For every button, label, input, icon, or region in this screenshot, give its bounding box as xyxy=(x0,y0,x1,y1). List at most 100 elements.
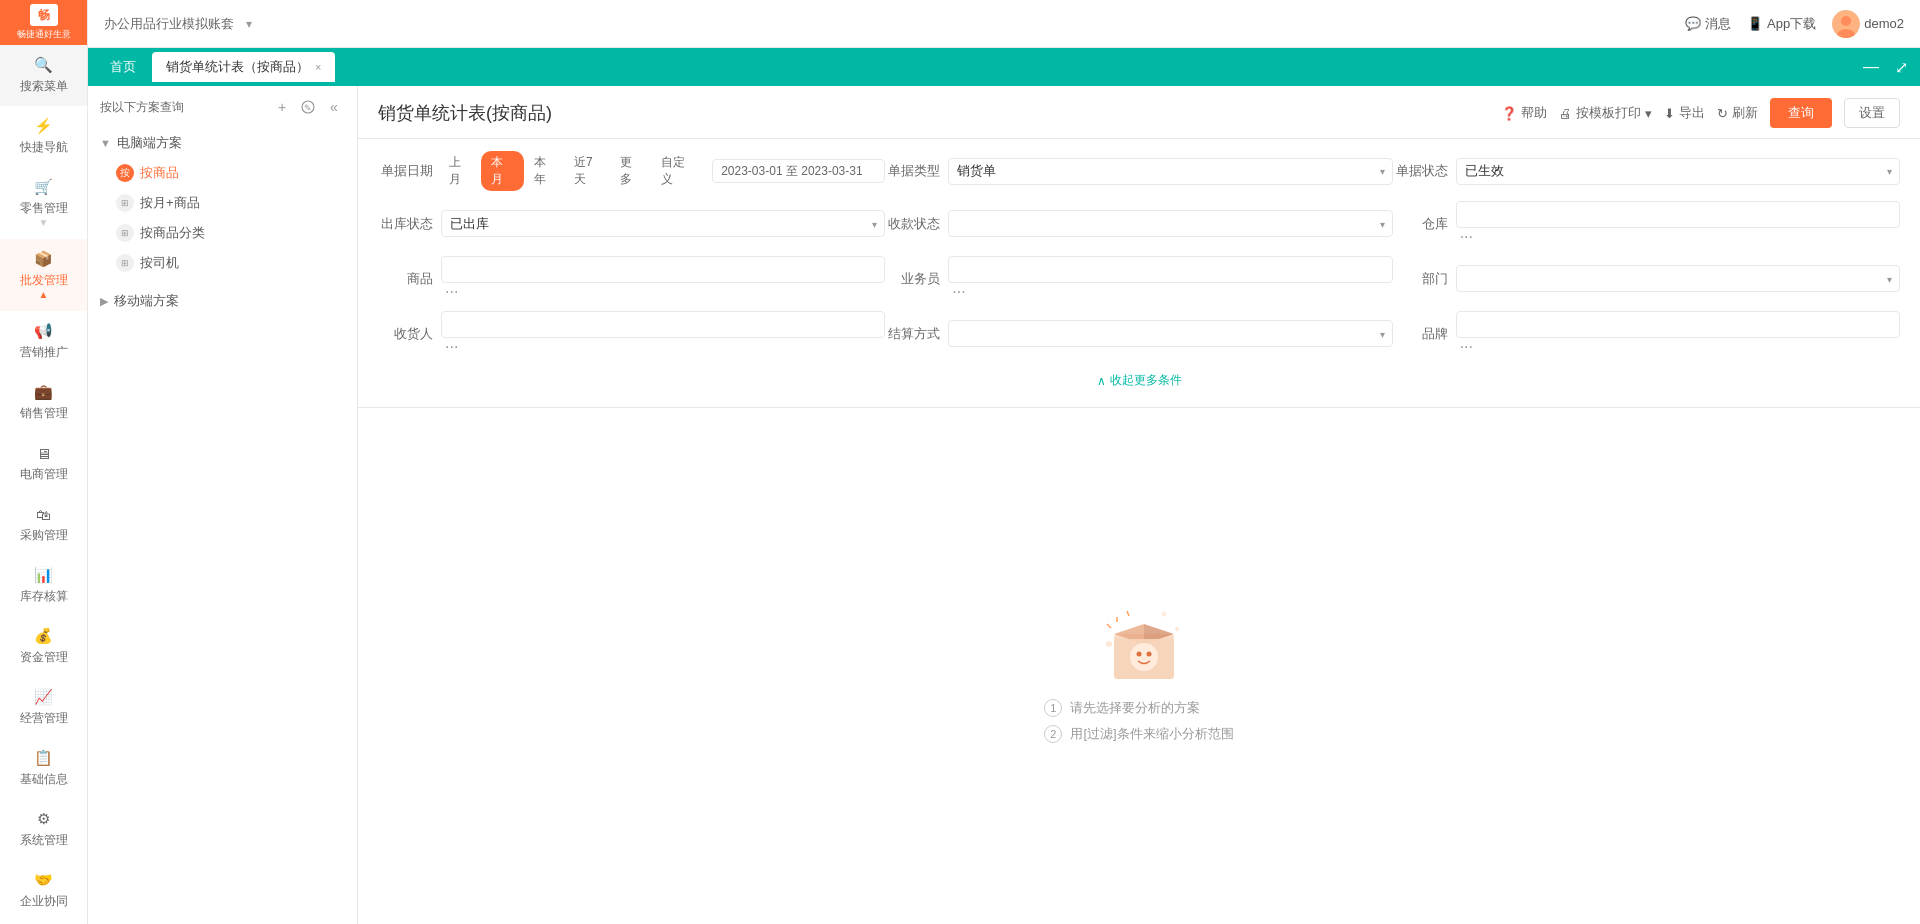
tab-bar: 首页 销货单统计表（按商品） × — ⤢ xyxy=(88,48,1920,86)
tree-parent-mobile-label: 移动端方案 xyxy=(114,292,179,310)
sidebar-item-system[interactable]: ⚙ 系统管理 xyxy=(0,799,87,860)
sidebar-item-quick[interactable]: ⚡ 快捷导航 xyxy=(0,106,87,167)
receiver-input[interactable] xyxy=(441,311,885,338)
template-print-btn[interactable]: 🖨 按模板打印 ▾ xyxy=(1559,104,1652,122)
sidebar-item-purchase[interactable]: 🛍 采购管理 xyxy=(0,494,87,555)
date-tab-this-year[interactable]: 本年 xyxy=(526,151,564,191)
tab-home-label: 首页 xyxy=(110,58,136,76)
sidebar-item-marketing[interactable]: 📢 营销推广 xyxy=(0,311,87,372)
brand-input[interactable] xyxy=(1456,311,1900,338)
sidebar-item-ecommerce[interactable]: 🖥 电商管理 xyxy=(0,433,87,494)
brand-dots-icon[interactable]: ··· xyxy=(1456,338,1477,355)
tree-parent-mobile[interactable]: ▶ 移动端方案 xyxy=(88,286,357,316)
download-icon: 📱 xyxy=(1747,16,1763,31)
tree-child-by-month-product[interactable]: ⊞ 按月+商品 xyxy=(88,188,357,218)
filter-outstatus-item: 出库状态 ▾ xyxy=(378,210,885,237)
payment-input[interactable] xyxy=(948,210,1392,237)
collapse-panel-btn[interactable]: « xyxy=(323,96,345,118)
tab-close-icon[interactable]: × xyxy=(315,61,321,73)
filter-product-item: 商品 ··· xyxy=(378,256,885,301)
marketing-icon: 📢 xyxy=(34,321,54,341)
add-scheme-btn[interactable]: + xyxy=(271,96,293,118)
doctype-input[interactable] xyxy=(948,158,1392,185)
tab-report[interactable]: 销货单统计表（按商品） × xyxy=(152,52,335,82)
date-tab-custom[interactable]: 自定义 xyxy=(653,151,702,191)
sidebar-item-basic[interactable]: 📋 基础信息 xyxy=(0,738,87,799)
sidebar-item-finance[interactable]: 💰 资金管理 xyxy=(0,616,87,677)
collapse-more-btn[interactable]: ∧ 收起更多条件 xyxy=(378,366,1900,395)
sidebar-item-retail[interactable]: 🛒 零售管理 ▼ xyxy=(0,167,87,239)
svg-text:✎: ✎ xyxy=(304,103,312,113)
settings-btn[interactable]: 设置 xyxy=(1844,98,1900,128)
sidebar-item-operations[interactable]: 📈 经营管理 xyxy=(0,677,87,738)
filter-area: 单据日期 上月 本月 本年 近7天 更多 自定义 xyxy=(358,139,1920,408)
search-icon: 🔍 xyxy=(34,55,54,75)
sidebar-item-search[interactable]: 🔍 搜索菜单 xyxy=(0,45,87,106)
svg-line-14 xyxy=(1127,611,1129,616)
date-range-input[interactable] xyxy=(712,159,885,183)
date-tab-7days[interactable]: 近7天 xyxy=(566,151,611,191)
salesperson-dots-icon[interactable]: ··· xyxy=(948,283,969,300)
export-label: 导出 xyxy=(1679,104,1705,122)
salesperson-input[interactable] xyxy=(948,256,1392,283)
top-header: 办公用品行业模拟账套 ▾ 💬 消息 📱 App下载 demo2 xyxy=(88,0,1920,48)
outstatus-input[interactable] xyxy=(441,210,885,237)
message-btn[interactable]: 💬 消息 xyxy=(1685,15,1731,33)
help-btn[interactable]: ❓ 帮助 xyxy=(1501,104,1547,122)
user-name: demo2 xyxy=(1864,16,1904,31)
tree-parent-pc[interactable]: ▼ 电脑端方案 xyxy=(88,128,357,158)
export-icon: ⬇ xyxy=(1664,106,1675,121)
user-menu[interactable]: demo2 xyxy=(1832,10,1904,38)
product-dots-icon[interactable]: ··· xyxy=(441,283,462,300)
date-tab-last-month[interactable]: 上月 xyxy=(441,151,479,191)
step-num-2: 2 xyxy=(1044,725,1062,743)
tree-child-by-cashier[interactable]: ⊞ 按司机 xyxy=(88,248,357,278)
export-btn[interactable]: ⬇ 导出 xyxy=(1664,104,1705,122)
query-btn[interactable]: 查询 xyxy=(1770,98,1832,128)
app-download-btn[interactable]: 📱 App下载 xyxy=(1747,15,1816,33)
salesperson-control: ··· xyxy=(948,256,1392,301)
tree-child-by-category[interactable]: ⊞ 按商品分类 xyxy=(88,218,357,248)
tree-child-by-product[interactable]: 按 按商品 xyxy=(88,158,357,188)
filter-department-item: 部门 ▾ xyxy=(1393,265,1900,292)
basic-icon: 📋 xyxy=(34,748,54,768)
date-tab-this-month[interactable]: 本月 xyxy=(481,151,523,191)
finance-icon: 💰 xyxy=(34,626,54,646)
warehouse-label: 仓库 xyxy=(1393,215,1448,233)
sidebar-item-inventory[interactable]: 📊 库存核算 xyxy=(0,555,87,616)
template-print-label: 按模板打印 xyxy=(1576,104,1641,122)
filter-row-4: 收货人 ··· 结算方式 ▾ 品牌 xyxy=(378,311,1900,356)
edit-scheme-btn[interactable]: ✎ xyxy=(297,96,319,118)
page-body: 按以下方案查询 + ✎ « ▼ 电脑端方案 按 按商品 xyxy=(88,86,1920,924)
svg-line-12 xyxy=(1107,624,1111,628)
warehouse-dots-icon[interactable]: ··· xyxy=(1456,228,1477,245)
sidebar-item-sales[interactable]: 💼 销售管理 xyxy=(0,372,87,433)
tab-maximize-btn[interactable]: ⤢ xyxy=(1891,56,1912,79)
refresh-btn[interactable]: ↻ 刷新 xyxy=(1717,104,1758,122)
retail-icon: 🛒 xyxy=(34,177,54,197)
svg-point-15 xyxy=(1106,641,1112,647)
tab-home[interactable]: 首页 xyxy=(96,52,150,82)
filter-salesperson-item: 业务员 ··· xyxy=(885,256,1392,301)
tree-parent-label: 电脑端方案 xyxy=(117,134,182,152)
product-input[interactable] xyxy=(441,256,885,283)
inventory-icon: 📊 xyxy=(34,565,54,585)
receiver-dots-icon[interactable]: ··· xyxy=(441,338,462,355)
tab-report-label: 销货单统计表（按商品） xyxy=(166,58,309,76)
left-panel: 按以下方案查询 + ✎ « ▼ 电脑端方案 按 按商品 xyxy=(88,86,358,924)
docstatus-input[interactable] xyxy=(1456,158,1900,185)
tree-collapse-icon: ▶ xyxy=(100,295,108,308)
sidebar-item-wholesale[interactable]: 📦 批发管理 ▲ xyxy=(0,239,87,311)
empty-steps: 1 请先选择要分析的方案 2 用[过滤]条件来缩小分析范围 xyxy=(1044,699,1233,743)
warehouse-input[interactable] xyxy=(1456,201,1900,228)
sidebar-item-enterprise[interactable]: 🤝 企业协同 xyxy=(0,860,87,921)
filter-docstatus-item: 单据状态 ▾ xyxy=(1393,158,1900,185)
date-tabs: 上月 本月 本年 近7天 更多 自定义 xyxy=(441,151,702,191)
date-tab-more[interactable]: 更多 xyxy=(612,151,650,191)
logo-icon: 畅 xyxy=(30,4,58,26)
filter-date-item: 单据日期 上月 本月 本年 近7天 更多 自定义 xyxy=(378,151,885,191)
settlement-input[interactable] xyxy=(948,320,1392,347)
department-input[interactable] xyxy=(1456,265,1900,292)
payment-control: ▾ xyxy=(948,210,1392,237)
tab-minimize-btn[interactable]: — xyxy=(1859,56,1883,79)
